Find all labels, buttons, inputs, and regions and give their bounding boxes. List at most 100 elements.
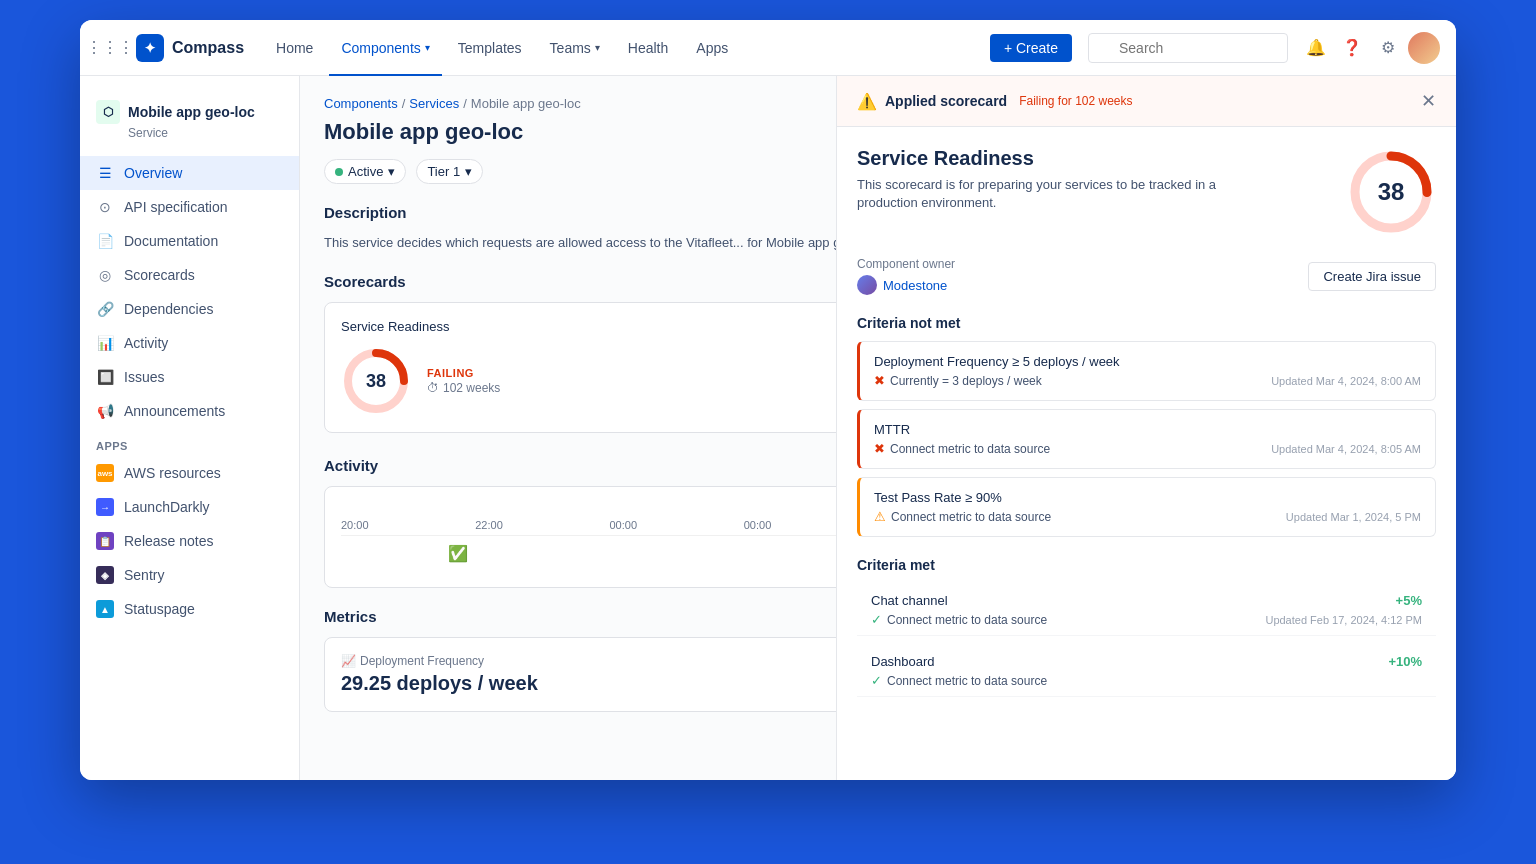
sidebar-item-statuspage[interactable]: ▲ Statuspage <box>80 592 299 626</box>
nav-item-apps[interactable]: Apps <box>684 20 740 76</box>
clock-icon: ⏱ <box>427 381 439 395</box>
issues-icon: 🔲 <box>96 368 114 386</box>
panel-close-button[interactable]: ✕ <box>1421 90 1436 112</box>
sidebar-item-launchdarkly[interactable]: → LaunchDarkly <box>80 490 299 524</box>
sidebar-service-info: ⬡ Mobile app geo-loc Service <box>80 92 299 156</box>
nav-logo: ✦ Compass <box>136 34 244 62</box>
nav-item-components[interactable]: Components ▾ <box>329 20 441 76</box>
dependencies-icon: 🔗 <box>96 300 114 318</box>
criteria-item-status-1: ✖ Currently = 3 deploys / week <box>874 373 1042 388</box>
compass-logo-icon: ✦ <box>136 34 164 62</box>
criteria-item-status-3: ⚠ Connect metric to data source <box>874 509 1051 524</box>
activity-icon: 📊 <box>96 334 114 352</box>
criteria-met-name-2: Dashboard <box>871 654 935 669</box>
panel-description: This scorecard is for preparing your ser… <box>857 176 1257 212</box>
tier-chevron: ▾ <box>465 164 472 179</box>
overview-icon: ☰ <box>96 164 114 182</box>
docs-icon: 📄 <box>96 232 114 250</box>
sidebar-item-announcements[interactable]: 📢 Announcements <box>80 394 299 428</box>
error-icon-2: ✖ <box>874 441 885 456</box>
breadcrumb-services[interactable]: Services <box>409 96 459 111</box>
scorecard-time: ⏱ 102 weeks <box>427 381 500 395</box>
sidebar-item-documentation[interactable]: 📄 Documentation <box>80 224 299 258</box>
metric-name-1: 📈 Deployment Frequency <box>341 654 855 668</box>
panel-warning-icon: ⚠️ <box>857 92 877 111</box>
check-icon-2: ✓ <box>871 673 882 688</box>
sidebar-item-sentry[interactable]: ◈ Sentry <box>80 558 299 592</box>
nav-item-templates[interactable]: Templates <box>446 20 534 76</box>
grid-icon[interactable]: ⋮⋮⋮ <box>96 34 124 62</box>
nav-logo-text: Compass <box>172 39 244 57</box>
settings-button[interactable]: ⚙ <box>1372 32 1404 64</box>
release-notes-icon: 📋 <box>96 532 114 550</box>
criteria-met-date-1: Updated Feb 17, 2024, 4:12 PM <box>1265 614 1422 626</box>
panel-header-subtitle: Failing for 102 weeks <box>1019 94 1132 108</box>
status-badge[interactable]: Active ▾ <box>324 159 406 184</box>
launchdarkly-icon: → <box>96 498 114 516</box>
panel-header-left: ⚠️ Applied scorecard Failing for 102 wee… <box>857 92 1133 111</box>
criteria-met-status-1: ✓ Connect metric to data source <box>871 612 1047 627</box>
time-label-3: 00:00 <box>610 519 744 531</box>
search-input[interactable] <box>1088 33 1288 63</box>
criteria-item-status-2: ✖ Connect metric to data source <box>874 441 1050 456</box>
user-avatar[interactable] <box>1408 32 1440 64</box>
error-icon-1: ✖ <box>874 373 885 388</box>
criteria-item-date-3: Updated Mar 1, 2024, 5 PM <box>1286 511 1421 523</box>
create-button[interactable]: + Create <box>990 34 1072 62</box>
criteria-met-header-2: Dashboard +10% <box>871 654 1422 669</box>
panel-header-title: Applied scorecard <box>885 93 1007 109</box>
scorecard-body: 38 FAILING ⏱ 102 weeks <box>341 346 855 416</box>
sidebar-item-dependencies[interactable]: 🔗 Dependencies <box>80 292 299 326</box>
breadcrumb-current: Mobile app geo-loc <box>471 96 581 111</box>
owner-value[interactable]: Modestone <box>857 275 955 295</box>
criteria-not-met-section: Criteria not met Deployment Frequency ≥ … <box>857 315 1436 537</box>
criteria-item-detail-2: ✖ Connect metric to data source Updated … <box>874 441 1421 456</box>
status-chevron: ▾ <box>388 164 395 179</box>
sidebar-item-api-spec[interactable]: ⊙ API specification <box>80 190 299 224</box>
metric-card-deployment[interactable]: 📈 Deployment Frequency 29.25 deploys / w… <box>324 637 872 712</box>
criteria-not-met-title: Criteria not met <box>857 315 1436 331</box>
criteria-item-deployment-freq: Deployment Frequency ≥ 5 deploys / week … <box>857 341 1436 401</box>
score-circle: 38 <box>341 346 411 416</box>
sidebar-item-issues[interactable]: 🔲 Issues <box>80 360 299 394</box>
criteria-met-title: Criteria met <box>857 557 1436 573</box>
sentry-icon: ◈ <box>96 566 114 584</box>
criteria-item-date-1: Updated Mar 4, 2024, 8:00 AM <box>1271 375 1421 387</box>
warning-icon-sm: ⚠ <box>874 509 886 524</box>
panel-score-number: 38 <box>1378 178 1405 206</box>
owner-label: Component owner <box>857 257 955 271</box>
statuspage-icon: ▲ <box>96 600 114 618</box>
panel-score-section: Service Readiness This scorecard is for … <box>857 147 1436 237</box>
criteria-met-name-1: Chat channel <box>871 593 948 608</box>
criteria-item-name-1: Deployment Frequency ≥ 5 deploys / week <box>874 354 1421 369</box>
sidebar-item-activity[interactable]: 📊 Activity <box>80 326 299 360</box>
tier-badge[interactable]: Tier 1 ▾ <box>416 159 483 184</box>
criteria-item-name-3: Test Pass Rate ≥ 90% <box>874 490 1421 505</box>
sidebar-item-overview[interactable]: ☰ Overview <box>80 156 299 190</box>
nav-item-health[interactable]: Health <box>616 20 680 76</box>
criteria-item-name-2: MTTR <box>874 422 1421 437</box>
sidebar-item-aws[interactable]: aws AWS resources <box>80 456 299 490</box>
sidebar-item-scorecards[interactable]: ◎ Scorecards <box>80 258 299 292</box>
sidebar-service-type: Service <box>96 126 283 140</box>
announcements-icon: 📢 <box>96 402 114 420</box>
criteria-met-score-2: +10% <box>1388 654 1422 669</box>
help-button[interactable]: ❓ <box>1336 32 1368 64</box>
chart-icon: 📈 <box>341 654 356 668</box>
notifications-button[interactable]: 🔔 <box>1300 32 1332 64</box>
breadcrumb-components[interactable]: Components <box>324 96 398 111</box>
top-nav: ⋮⋮⋮ ✦ Compass Home Components ▾ Template… <box>80 20 1456 76</box>
scorecard-status-block: FAILING ⏱ 102 weeks <box>427 367 500 395</box>
criteria-met-item-dashboard: Dashboard +10% ✓ Connect metric to data … <box>857 644 1436 697</box>
criteria-item-mttr: MTTR ✖ Connect metric to data source Upd… <box>857 409 1436 469</box>
panel-header: ⚠️ Applied scorecard Failing for 102 wee… <box>837 76 1456 127</box>
time-label-2: 22:00 <box>475 519 609 531</box>
criteria-item-detail-1: ✖ Currently = 3 deploys / week Updated M… <box>874 373 1421 388</box>
criteria-met-score-1: +5% <box>1396 593 1422 608</box>
create-jira-issue-button[interactable]: Create Jira issue <box>1308 262 1436 291</box>
nav-item-home[interactable]: Home <box>264 20 325 76</box>
sidebar-item-release-notes[interactable]: 📋 Release notes <box>80 524 299 558</box>
panel-score-info: Service Readiness This scorecard is for … <box>857 147 1346 212</box>
scorecard-card-service-readiness[interactable]: Service Readiness 38 FAILING <box>324 302 872 433</box>
nav-item-teams[interactable]: Teams ▾ <box>538 20 612 76</box>
